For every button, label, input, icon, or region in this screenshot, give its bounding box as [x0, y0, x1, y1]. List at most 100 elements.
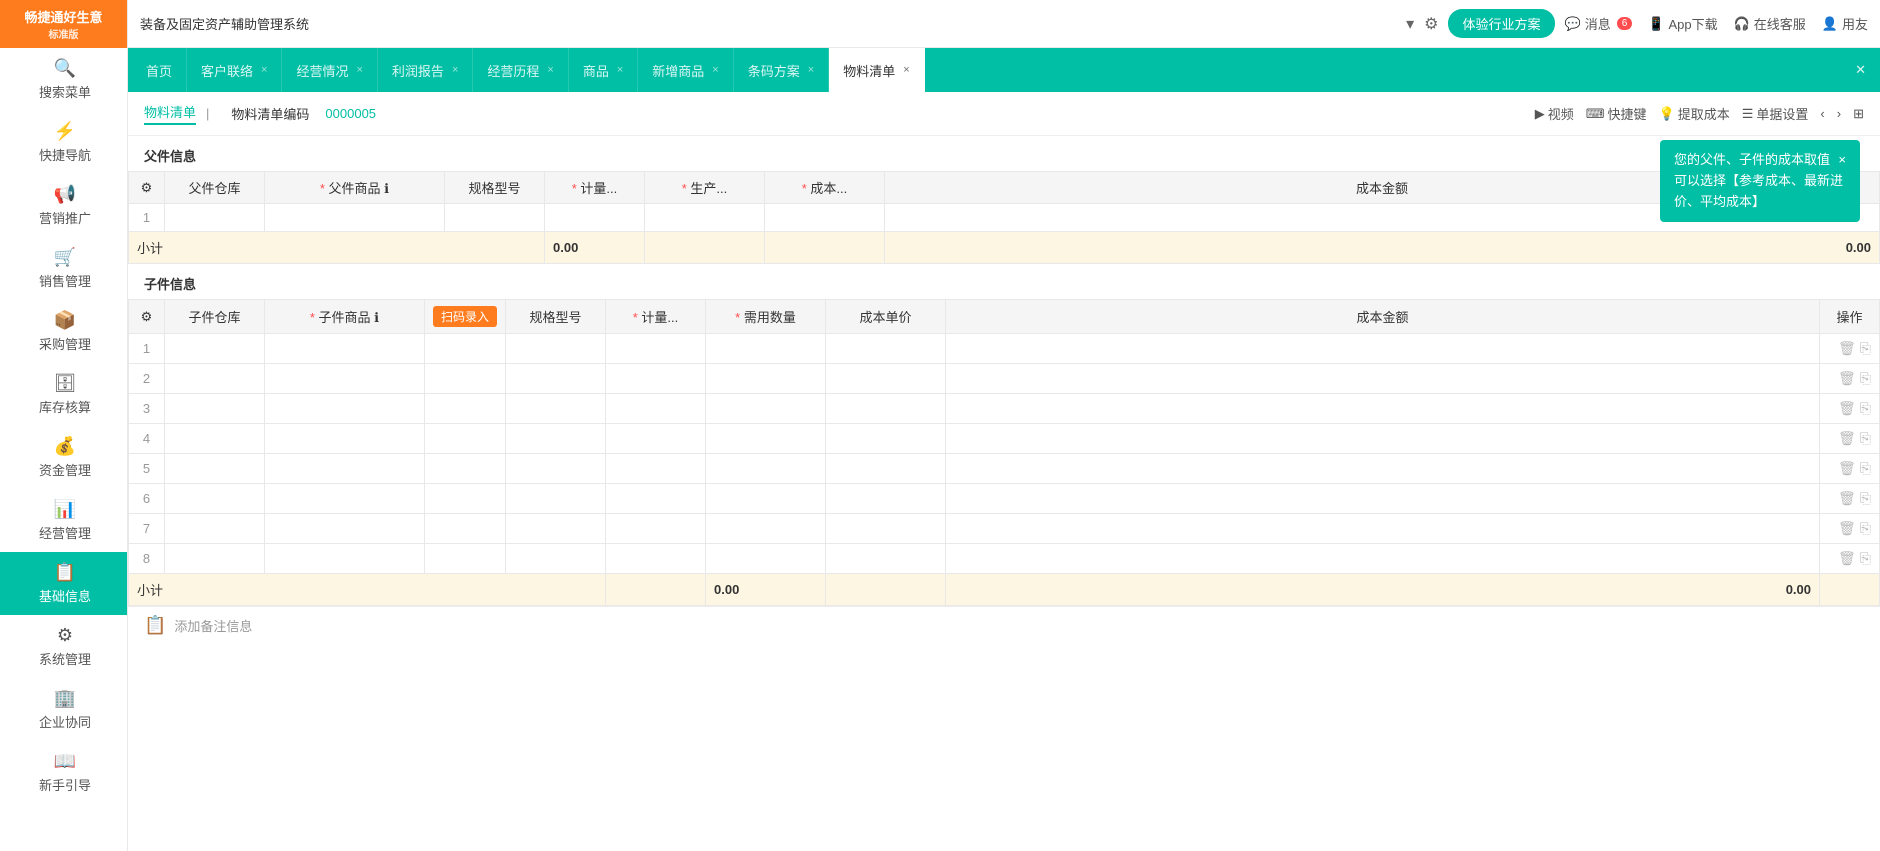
parent-th-settings[interactable]: ⚙: [129, 172, 165, 204]
nav-tab-close-goods[interactable]: ×: [617, 64, 623, 76]
child-row-2-qty[interactable]: [706, 364, 826, 394]
child-row-5-warehouse[interactable]: [165, 454, 265, 484]
child-th-settings[interactable]: ⚙: [129, 300, 165, 334]
sidebar-item-system[interactable]: ⚙系统管理: [0, 615, 127, 678]
nav-tab-close-barcode[interactable]: ×: [808, 64, 814, 76]
nav-tab-close-business[interactable]: ×: [356, 64, 362, 76]
nav-tab-goods[interactable]: 商品×: [569, 48, 638, 92]
child-row-8-spec[interactable]: [506, 544, 606, 574]
sidebar-item-finance[interactable]: 💰资金管理: [0, 426, 127, 489]
child-row-2-warehouse[interactable]: [165, 364, 265, 394]
child-row-4-unit[interactable]: [606, 424, 706, 454]
parent-row-1-cost[interactable]: [765, 204, 885, 232]
child-row-5-unit[interactable]: [606, 454, 706, 484]
child-row-4-copy-icon[interactable]: ⎘: [1860, 430, 1871, 447]
child-row-7-goods[interactable]: [265, 514, 425, 544]
child-row-5-cost-amount[interactable]: [946, 454, 1820, 484]
child-row-6-goods[interactable]: [265, 484, 425, 514]
child-row-8-unit[interactable]: [606, 544, 706, 574]
child-row-5-unit-cost[interactable]: [826, 454, 946, 484]
child-row-3-goods[interactable]: [265, 394, 425, 424]
cost-action[interactable]: 💡 提取成本: [1659, 104, 1730, 123]
child-row-6-unit[interactable]: [606, 484, 706, 514]
nav-tab-history[interactable]: 经营历程×: [473, 48, 568, 92]
sidebar-item-purchase[interactable]: 📦采购管理: [0, 300, 127, 363]
child-row-6-warehouse[interactable]: [165, 484, 265, 514]
child-row-8-cost-amount[interactable]: [946, 544, 1820, 574]
user-action[interactable]: 👤 用友: [1822, 14, 1868, 33]
scan-btn[interactable]: 扫码录入: [433, 306, 497, 327]
nav-tab-close-new-goods[interactable]: ×: [712, 64, 718, 76]
online-service-action[interactable]: 🎧 在线客服: [1734, 14, 1806, 33]
child-row-2-unit[interactable]: [606, 364, 706, 394]
child-row-6-unit-cost[interactable]: [826, 484, 946, 514]
child-row-4-goods[interactable]: [265, 424, 425, 454]
child-row-1-spec[interactable]: [506, 334, 606, 364]
child-row-4-delete-icon[interactable]: 🗑: [1838, 430, 1856, 447]
child-row-4-unit-cost[interactable]: [826, 424, 946, 454]
nav-tab-profit[interactable]: 利润报告×: [378, 48, 473, 92]
nav-tab-close-bom[interactable]: ×: [903, 64, 909, 76]
parent-row-1-goods[interactable]: [265, 204, 445, 232]
sidebar-item-guide[interactable]: 📖新手引导: [0, 741, 127, 804]
child-row-7-unit-cost[interactable]: [826, 514, 946, 544]
nav-arrow-right[interactable]: ›: [1837, 106, 1841, 121]
nav-tab-new-goods[interactable]: 新增商品×: [638, 48, 733, 92]
child-row-6-delete-icon[interactable]: 🗑: [1838, 490, 1856, 507]
child-row-6-copy-icon[interactable]: ⎘: [1860, 490, 1871, 507]
child-row-3-copy-icon[interactable]: ⎘: [1860, 400, 1871, 417]
message-action[interactable]: 💬 消息 6: [1565, 14, 1633, 33]
parent-row-1-warehouse[interactable]: [165, 204, 265, 232]
parent-row-1-spec[interactable]: [445, 204, 545, 232]
child-row-1-qty[interactable]: [706, 334, 826, 364]
child-row-2-copy-icon[interactable]: ⎘: [1860, 370, 1871, 387]
settings-gear-icon[interactable]: ⚙: [1424, 14, 1438, 34]
child-row-7-qty[interactable]: [706, 514, 826, 544]
child-row-3-unit-cost[interactable]: [826, 394, 946, 424]
child-row-3-qty[interactable]: [706, 394, 826, 424]
settings-dropdown-icon[interactable]: ▾: [1406, 14, 1414, 34]
child-row-5-copy-icon[interactable]: ⎘: [1860, 460, 1871, 477]
child-row-3-spec[interactable]: [506, 394, 606, 424]
child-row-3-warehouse[interactable]: [165, 394, 265, 424]
sub-nav-bom-list[interactable]: 物料清单: [144, 102, 196, 125]
child-row-8-warehouse[interactable]: [165, 544, 265, 574]
child-row-1-copy-icon[interactable]: ⎘: [1860, 340, 1871, 357]
child-row-6-cost-amount[interactable]: [946, 484, 1820, 514]
sidebar-item-marketing[interactable]: 📢营销推广: [0, 174, 127, 237]
child-row-3-delete-icon[interactable]: 🗑: [1838, 400, 1856, 417]
sidebar-item-enterprise[interactable]: 🏢企业协同: [0, 678, 127, 741]
tooltip-close-btn[interactable]: ×: [1838, 150, 1846, 171]
child-row-3-cost-amount[interactable]: [946, 394, 1820, 424]
child-row-1-warehouse[interactable]: [165, 334, 265, 364]
child-row-2-cost-amount[interactable]: [946, 364, 1820, 394]
child-row-7-delete-icon[interactable]: 🗑: [1838, 520, 1856, 537]
child-row-8-copy-icon[interactable]: ⎘: [1860, 550, 1871, 567]
child-row-1-unit[interactable]: [606, 334, 706, 364]
child-row-8-unit-cost[interactable]: [826, 544, 946, 574]
child-row-1-delete-icon[interactable]: 🗑: [1838, 340, 1856, 357]
nav-tab-barcode[interactable]: 条码方案×: [734, 48, 829, 92]
nav-grid-icon[interactable]: ⊞: [1853, 106, 1864, 122]
child-row-1-goods[interactable]: [265, 334, 425, 364]
child-row-7-cost-amount[interactable]: [946, 514, 1820, 544]
sidebar-item-operations[interactable]: 📊经营管理: [0, 489, 127, 552]
child-row-4-cost-amount[interactable]: [946, 424, 1820, 454]
nav-tab-business[interactable]: 经营情况×: [282, 48, 377, 92]
child-row-8-qty[interactable]: [706, 544, 826, 574]
child-row-3-unit[interactable]: [606, 394, 706, 424]
single-setting-action[interactable]: ☰ 单据设置: [1742, 104, 1809, 123]
sidebar-item-quick-nav[interactable]: ⚡快捷导航: [0, 111, 127, 174]
child-row-7-warehouse[interactable]: [165, 514, 265, 544]
child-row-7-copy-icon[interactable]: ⎘: [1860, 520, 1871, 537]
child-row-8-goods[interactable]: [265, 544, 425, 574]
sidebar-item-sales[interactable]: 🛒销售管理: [0, 237, 127, 300]
parent-row-1-producer[interactable]: [645, 204, 765, 232]
nav-tab-home[interactable]: 首页: [132, 48, 187, 92]
nav-tab-close-history[interactable]: ×: [547, 64, 553, 76]
child-row-5-delete-icon[interactable]: 🗑: [1838, 460, 1856, 477]
shortcut-action[interactable]: ⌨ 快捷键: [1586, 104, 1647, 123]
view-action[interactable]: ▶ 视频: [1535, 104, 1574, 123]
child-row-5-qty[interactable]: [706, 454, 826, 484]
close-page-btn[interactable]: ✕: [1845, 62, 1876, 78]
